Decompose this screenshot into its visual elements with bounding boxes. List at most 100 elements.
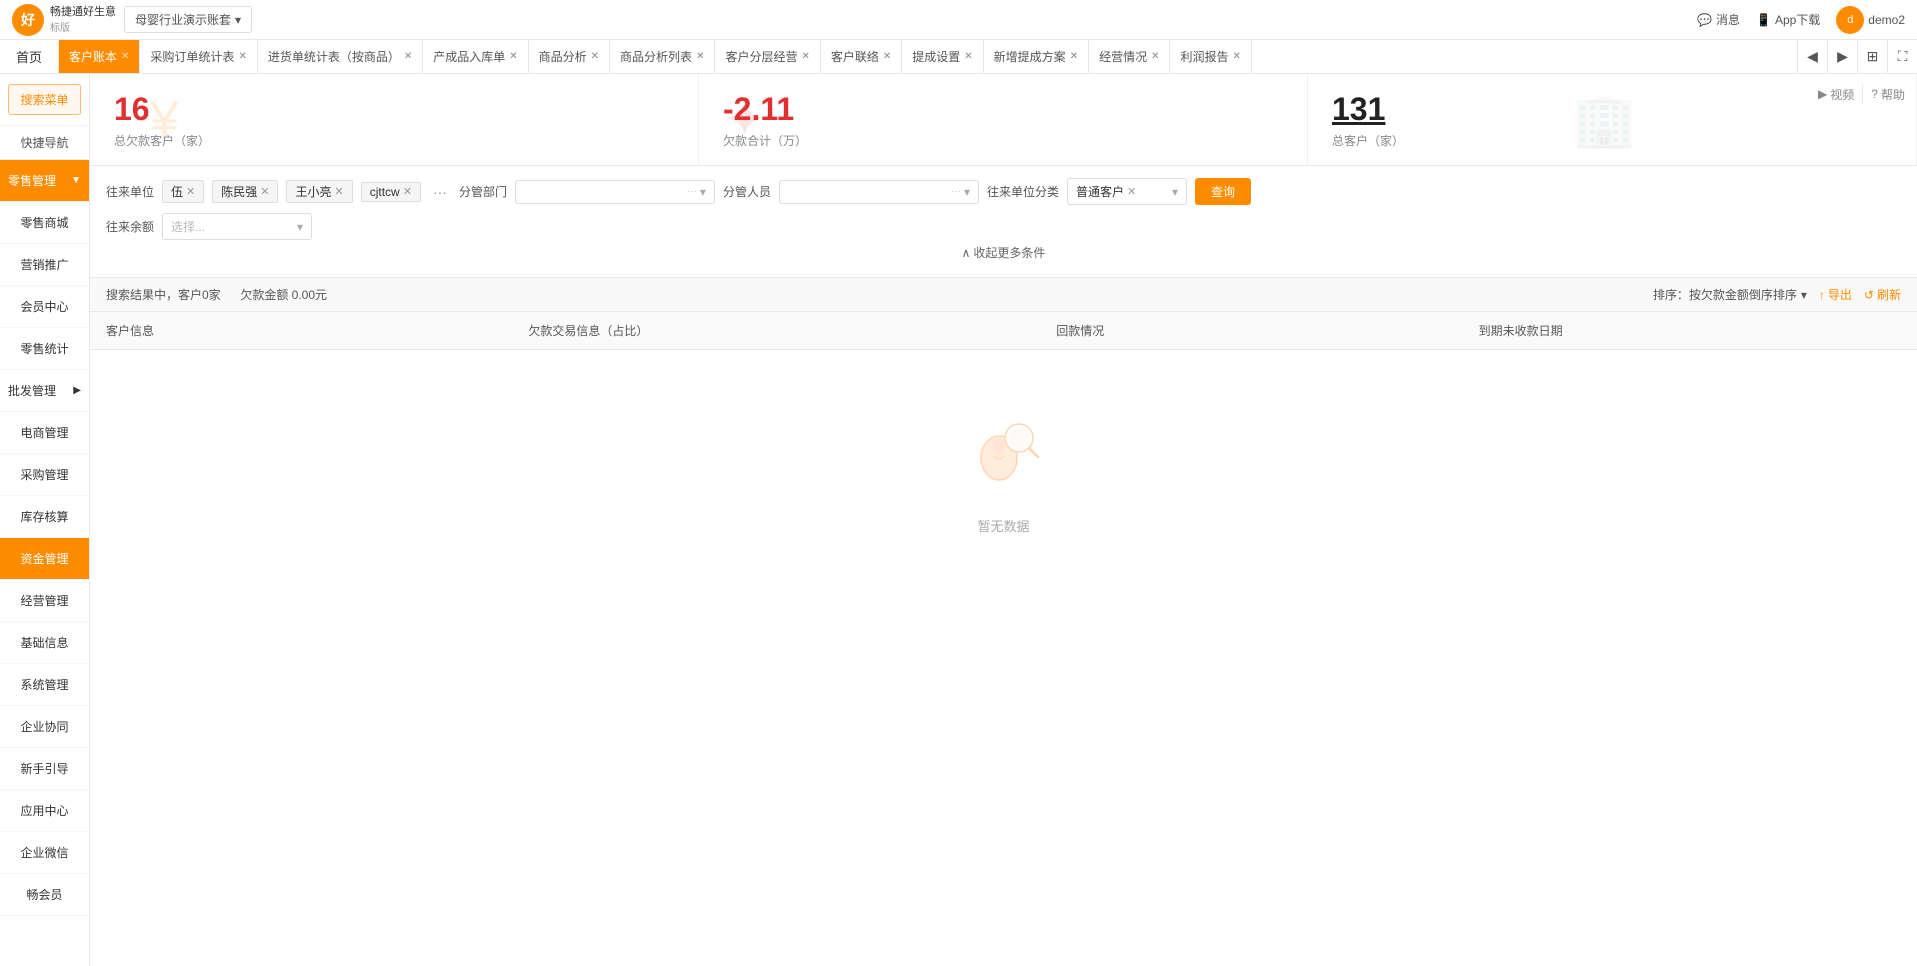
tab-close-icon[interactable]: ✕ (1070, 51, 1078, 62)
export-icon: ↑ (1819, 288, 1825, 302)
refresh-button[interactable]: ↺ 刷新 (1864, 286, 1901, 303)
help-divider (1862, 84, 1863, 104)
stat-block-debt: -2.11 欠款合计（万） (699, 74, 1308, 165)
sidebar-item-marketing[interactable]: 营销推广 (0, 244, 89, 286)
sidebar-item-inventory[interactable]: 库存核算 (0, 496, 89, 538)
sidebar-item-app-center[interactable]: 应用中心 (0, 790, 89, 832)
tab-label: 利润报告 (1180, 48, 1228, 65)
unit-class-filter-label: 往来单位分类 (987, 183, 1059, 200)
tab-inbound-stats[interactable]: 进货单统计表（按商品） ✕ (258, 40, 423, 74)
tag-text: 普通客户 (1076, 183, 1124, 200)
tab-close-icon[interactable]: ✕ (801, 51, 809, 62)
tab-close-icon[interactable]: ✕ (883, 51, 891, 62)
collapse-filter-button[interactable]: ∧ 收起更多条件 (962, 244, 1046, 261)
table-col-overdue: 到期未收款日期 (1479, 322, 1901, 339)
video-help-link[interactable]: ▶ 视频 (1818, 86, 1854, 103)
stat3-label: 总客户（家） (1332, 132, 1892, 149)
stats-header: ¥ 16 总欠款客户（家） ✦ -2.11 欠款合计（万） 🏢 131 总客户（… (90, 74, 1917, 166)
tag-text: 伍 (171, 183, 183, 200)
result-search-text: 搜索结果中，客户0家 (106, 288, 221, 302)
sidebar-item-retail-mall[interactable]: 零售商城 (0, 202, 89, 244)
tab-profit-report[interactable]: 利润报告 ✕ (1170, 40, 1251, 74)
tab-scroll-right[interactable]: ▶ (1827, 40, 1857, 74)
tab-product-instock[interactable]: 产成品入库单 ✕ (423, 40, 528, 74)
tab-close-icon[interactable]: ✕ (238, 51, 246, 62)
tab-customer-account[interactable]: 客户账本 ✕ (59, 40, 140, 74)
query-button[interactable]: 查询 (1195, 178, 1251, 205)
app-download-button[interactable]: 📱 App下载 (1756, 11, 1820, 28)
help-links: ▶ 视频 ? 帮助 (1818, 84, 1905, 104)
clear-icon[interactable]: ··· (951, 186, 961, 197)
stat-block-customers: 16 总欠款客户（家） (90, 74, 699, 165)
sidebar-search-area: 搜索菜单 (0, 74, 89, 126)
phone-icon: 📱 (1756, 13, 1771, 27)
tab-commission-settings[interactable]: 提成设置 ✕ (902, 40, 983, 74)
collapse-row: ∧ 收起更多条件 (106, 240, 1901, 265)
content-area: ¥ 16 总欠款客户（家） ✦ -2.11 欠款合计（万） 🏢 131 总客户（… (90, 74, 1917, 966)
tab-close-icon[interactable]: ✕ (121, 51, 129, 62)
person-filter-label: 分管人员 (723, 183, 771, 200)
tab-customer-contact[interactable]: 客户联络 ✕ (821, 40, 902, 74)
sidebar-item-system[interactable]: 系统管理 (0, 664, 89, 706)
stat2-label: 欠款合计（万） (723, 132, 1283, 149)
sidebar-item-enterprise-collab[interactable]: 企业协同 (0, 706, 89, 748)
filter-more-button[interactable]: ··· (429, 182, 451, 202)
dept-select[interactable]: ··· ▾ (515, 180, 715, 204)
tab-bar: 首页 客户账本 ✕ 采购订单统计表 ✕ 进货单统计表（按商品） ✕ 产成品入库单… (0, 40, 1917, 74)
export-button[interactable]: ↑ 导出 (1819, 286, 1852, 303)
app-download-label: App下载 (1775, 11, 1820, 28)
sidebar-item-finance[interactable]: 资金管理 (0, 538, 89, 580)
tab-operations[interactable]: 经营情况 ✕ (1089, 40, 1170, 74)
tab-close-icon[interactable]: ✕ (696, 51, 704, 62)
message-button[interactable]: 💬 消息 (1697, 11, 1740, 28)
sidebar-item-retail[interactable]: 零售管理 ▼ (0, 160, 89, 202)
tab-scroll-left[interactable]: ◀ (1797, 40, 1827, 74)
sidebar-item-basic-info[interactable]: 基础信息 (0, 622, 89, 664)
balance-select[interactable]: 选择... ▾ (162, 213, 312, 240)
sidebar-item-quick-nav[interactable]: 快捷导航 (0, 126, 89, 160)
tab-close-icon[interactable]: ✕ (404, 51, 412, 62)
help-link[interactable]: ? 帮助 (1871, 86, 1905, 103)
store-selector[interactable]: 母婴行业演示账套 ▾ (124, 6, 252, 33)
tab-expand[interactable]: ⊞ (1857, 40, 1887, 74)
tab-close-icon[interactable]: ✕ (1151, 51, 1159, 62)
tab-goods-analysis[interactable]: 商品分析 ✕ (529, 40, 610, 74)
tab-close-icon[interactable]: ✕ (591, 51, 599, 62)
balance-filter-label: 往来余额 (106, 218, 154, 235)
sidebar-item-retail-stats[interactable]: 零售统计 (0, 328, 89, 370)
clear-icon[interactable]: ··· (687, 186, 697, 197)
sidebar-item-enterprise-wechat[interactable]: 企业微信 (0, 832, 89, 874)
person-select[interactable]: ··· ▾ (779, 180, 979, 204)
sidebar-item-vip[interactable]: 畅会员 (0, 874, 89, 916)
sidebar-item-operations[interactable]: 经营管理 (0, 580, 89, 622)
tab-label: 商品分析 (539, 48, 587, 65)
tab-customer-tier[interactable]: 客户分层经营 ✕ (715, 40, 820, 74)
unit-class-tag-remove[interactable]: ✕ (1127, 185, 1136, 198)
sidebar-item-member-center[interactable]: 会员中心 (0, 286, 89, 328)
table-col-debt: 欠款交易信息（占比） (528, 322, 1056, 339)
unit-class-select[interactable]: 普通客户 ✕ ▾ (1067, 178, 1187, 205)
table-container: 客户信息 欠款交易信息（占比） 回款情况 到期未收款日期 (90, 312, 1917, 966)
sort-button[interactable]: 排序：按欠款金额倒序排序 ▾ (1653, 286, 1807, 303)
sidebar-item-ecommerce[interactable]: 电商管理 (0, 412, 89, 454)
filter-tag-wu: 伍 ✕ (162, 180, 204, 203)
search-menu-button[interactable]: 搜索菜单 (8, 84, 81, 115)
sidebar-item-beginner[interactable]: 新手引导 (0, 748, 89, 790)
tab-purchase-order[interactable]: 采购订单统计表 ✕ (140, 40, 257, 74)
user-menu[interactable]: d demo2 (1836, 6, 1905, 34)
tab-add-commission[interactable]: 新增提成方案 ✕ (984, 40, 1089, 74)
sidebar-item-purchase[interactable]: 采购管理 (0, 454, 89, 496)
tab-close-icon[interactable]: ✕ (1233, 51, 1241, 62)
sidebar-item-wholesale[interactable]: 批发管理 ▶ (0, 370, 89, 412)
dept-filter-label: 分管部门 (459, 183, 507, 200)
tab-close-icon[interactable]: ✕ (964, 51, 972, 62)
tab-fullscreen[interactable]: ⛶ (1887, 40, 1917, 74)
tab-label: 采购订单统计表 (150, 48, 234, 65)
filter-tag-remove-wang[interactable]: ✕ (335, 185, 344, 198)
filter-tag-remove-cjttcw[interactable]: ✕ (403, 185, 412, 198)
filter-tag-remove-wu[interactable]: ✕ (186, 185, 195, 198)
tab-goods-analysis-list[interactable]: 商品分析列表 ✕ (610, 40, 715, 74)
filter-tag-remove-chen[interactable]: ✕ (260, 185, 269, 198)
tab-close-icon[interactable]: ✕ (509, 51, 517, 62)
tab-home[interactable]: 首页 (0, 40, 59, 74)
